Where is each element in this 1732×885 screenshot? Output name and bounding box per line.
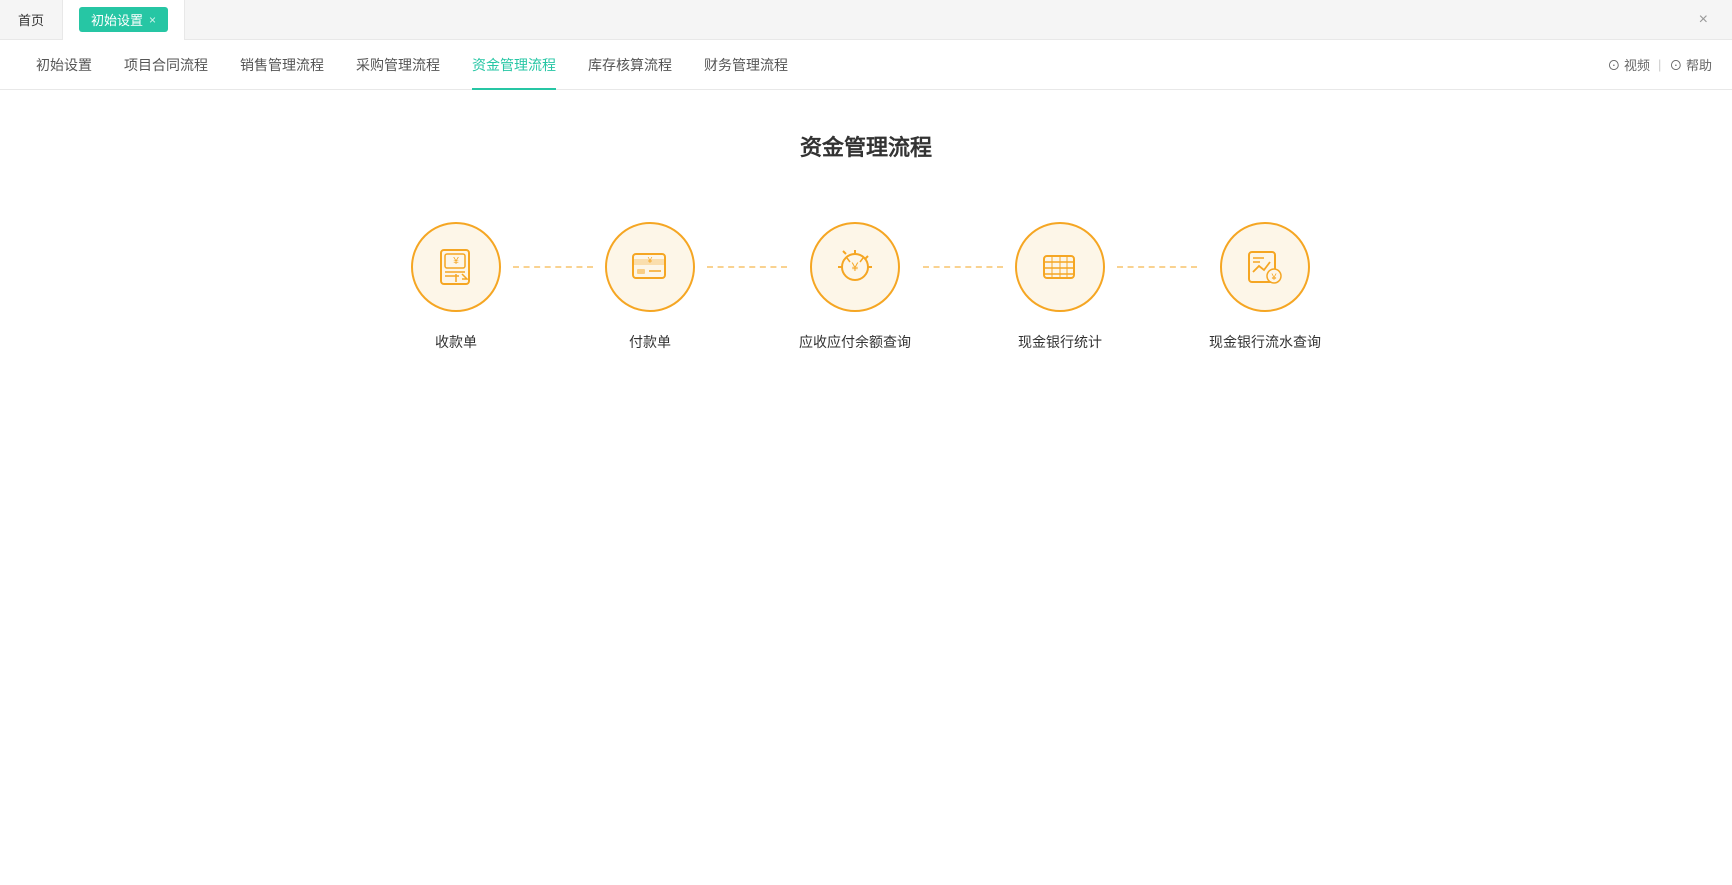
nav-label-purchase-manage: 采购管理流程	[356, 55, 440, 75]
nav-item-project-contract[interactable]: 项目合同流程	[108, 40, 224, 90]
nav-label-inventory: 库存核算流程	[588, 55, 672, 75]
flow-circle-payment: ¥	[605, 222, 695, 312]
nav-label-init-setup: 初始设置	[36, 55, 92, 75]
balance-icon: ¥	[832, 244, 878, 290]
flow-label-bank-flow: 现金银行流水查询	[1209, 332, 1321, 352]
flow-circle-receipt: ¥	[411, 222, 501, 312]
svg-text:¥: ¥	[851, 260, 859, 274]
help-link[interactable]: ⊙ 帮助	[1669, 55, 1712, 74]
dotted-line-2	[707, 266, 787, 268]
video-label: ⊙ 视频	[1607, 55, 1650, 74]
close-tab-icon[interactable]: ×	[149, 13, 156, 27]
nav-divider: |	[1658, 57, 1661, 72]
bank-flow-icon: ¥	[1242, 244, 1288, 290]
tab-active-area: 初始设置 ×	[63, 0, 185, 40]
flow-circle-bank-flow: ¥	[1220, 222, 1310, 312]
nav-item-finance-manage[interactable]: 财务管理流程	[688, 40, 804, 90]
svg-text:¥: ¥	[647, 256, 653, 265]
svg-text:¥: ¥	[452, 256, 459, 267]
flow-circle-bank-stats	[1015, 222, 1105, 312]
connector-3	[911, 266, 1015, 288]
nav-item-fund-manage[interactable]: 资金管理流程	[456, 40, 572, 90]
flow-label-balance: 应收应付余额查询	[799, 332, 911, 352]
tab-home[interactable]: 首页	[0, 0, 63, 40]
flow-item-payment[interactable]: ¥ 付款单	[605, 222, 695, 352]
page-title: 资金管理流程	[800, 130, 932, 162]
video-link[interactable]: ⊙ 视频	[1607, 55, 1650, 74]
tab-active-inner[interactable]: 初始设置 ×	[79, 7, 168, 32]
flow-label-bank-stats: 现金银行统计	[1018, 332, 1102, 352]
flow-item-balance[interactable]: ¥ 应收应付余额查询	[799, 222, 911, 352]
dotted-line-3	[923, 266, 1003, 268]
payment-icon: ¥	[627, 244, 673, 290]
window-close-icon[interactable]: ×	[1691, 7, 1716, 33]
flow-label-payment: 付款单	[629, 332, 671, 352]
receipt-icon: ¥	[433, 244, 479, 290]
main-content: 资金管理流程 ¥ 收款单	[0, 90, 1732, 392]
bank-stats-icon	[1037, 244, 1083, 290]
top-bar-right: ×	[1691, 7, 1732, 33]
dotted-line-4	[1117, 266, 1197, 268]
nav-item-init-setup[interactable]: 初始设置	[20, 40, 108, 90]
nav-label-sales-manage: 销售管理流程	[240, 55, 324, 75]
flow-item-bank-stats[interactable]: 现金银行统计	[1015, 222, 1105, 352]
nav-label-fund-manage: 资金管理流程	[472, 55, 556, 75]
home-label: 首页	[18, 10, 44, 29]
flow-item-bank-flow[interactable]: ¥ 现金银行流水查询	[1209, 222, 1321, 352]
dotted-line-1	[513, 266, 593, 268]
top-bar: 首页 初始设置 × ×	[0, 0, 1732, 40]
nav-bar: 初始设置 项目合同流程 销售管理流程 采购管理流程 资金管理流程 库存核算流程 …	[0, 40, 1732, 90]
nav-item-purchase-manage[interactable]: 采购管理流程	[340, 40, 456, 90]
connector-1	[501, 266, 605, 288]
nav-item-inventory[interactable]: 库存核算流程	[572, 40, 688, 90]
flow-item-receipt[interactable]: ¥ 收款单	[411, 222, 501, 352]
active-tab-label: 初始设置	[91, 10, 143, 29]
nav-label-project-contract: 项目合同流程	[124, 55, 208, 75]
nav-right: ⊙ 视频 | ⊙ 帮助	[1607, 55, 1712, 74]
help-label: ⊙ 帮助	[1669, 55, 1712, 74]
flow-container: ¥ 收款单 ¥	[411, 222, 1321, 352]
svg-text:¥: ¥	[1270, 272, 1277, 282]
connector-4	[1105, 266, 1209, 288]
flow-label-receipt: 收款单	[435, 332, 477, 352]
flow-circle-balance: ¥	[810, 222, 900, 312]
nav-label-finance-manage: 财务管理流程	[704, 55, 788, 75]
connector-2	[695, 266, 799, 288]
nav-item-sales-manage[interactable]: 销售管理流程	[224, 40, 340, 90]
